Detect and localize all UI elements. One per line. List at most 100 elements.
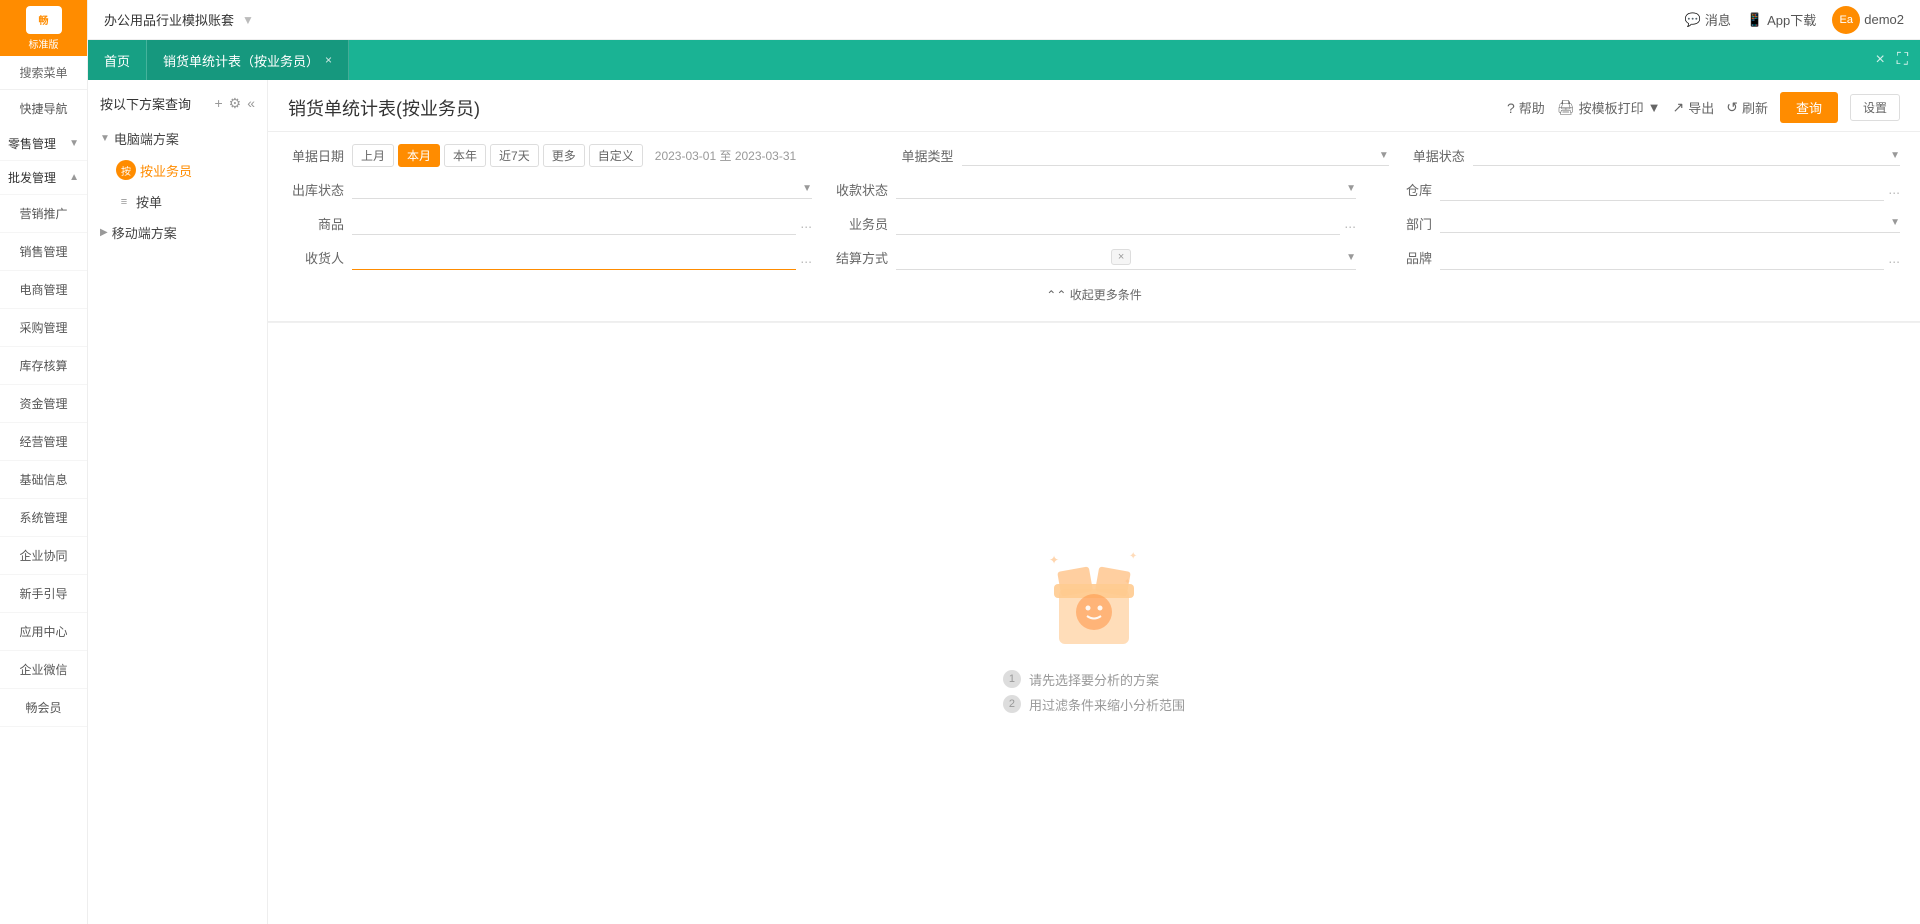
collection-select[interactable]: ▼ bbox=[896, 179, 1356, 199]
settings-button[interactable]: 设置 bbox=[1850, 94, 1900, 121]
refresh-button[interactable]: ↺ 刷新 bbox=[1726, 98, 1768, 117]
sidebar-item-marketing[interactable]: 营销推广 bbox=[0, 195, 87, 233]
tabbar-actions: × ⛶ bbox=[1863, 40, 1920, 80]
date-prev-month-btn[interactable]: 上月 bbox=[352, 144, 394, 167]
goods-dots[interactable]: ... bbox=[800, 215, 812, 231]
tree-item-salesperson[interactable]: 按 按业务员 bbox=[88, 154, 267, 186]
settings-scheme-icon[interactable]: ⚙ bbox=[229, 95, 242, 112]
sidebar-item-appstore[interactable]: 应用中心 bbox=[0, 613, 87, 651]
sidebar-item-enterprise[interactable]: 企业协同 bbox=[0, 537, 87, 575]
goods-input[interactable] bbox=[352, 211, 796, 235]
sidebar-item-system[interactable]: 系统管理 bbox=[0, 499, 87, 537]
app-download-button[interactable]: 📱 App下载 bbox=[1747, 10, 1816, 29]
filter-row-4: 收货人 ... 结算方式 × ▼ bbox=[288, 245, 1900, 270]
settlement-clear-tag: × bbox=[1111, 249, 1131, 265]
salesperson-input[interactable] bbox=[896, 211, 1340, 235]
sidebar-item-sales[interactable]: 销售管理 bbox=[0, 233, 87, 271]
tree-item-order[interactable]: ≡ 按单 bbox=[88, 186, 267, 217]
settlement-select[interactable]: × ▼ bbox=[896, 245, 1356, 270]
topbar-title: 办公用品行业模拟账套 bbox=[104, 10, 234, 29]
collapse-button[interactable]: ⌃⌃ 收起更多条件 bbox=[1046, 288, 1141, 302]
logo-text: 标准版 bbox=[29, 36, 59, 51]
filter-item-date: 单据日期 上月 本月 本年 近7天 更多 自定义 2023-03-01 至 20… bbox=[288, 144, 878, 167]
marketing-label: 营销推广 bbox=[19, 205, 67, 222]
brand-dots[interactable]: ... bbox=[1888, 250, 1900, 266]
salesperson-filter-label: 业务员 bbox=[832, 214, 888, 233]
hint-num-1: 1 bbox=[1003, 670, 1021, 688]
salesperson-dots[interactable]: ... bbox=[1344, 215, 1356, 231]
query-button[interactable]: 查询 bbox=[1780, 92, 1838, 123]
hint-num-2: 2 bbox=[1003, 695, 1021, 713]
empty-hint: 1 请先选择要分析的方案 2 用过滤条件来缩小分析范围 bbox=[1003, 670, 1185, 714]
enterprise-label: 企业协同 bbox=[19, 547, 67, 564]
svg-text:✦: ✦ bbox=[1124, 577, 1131, 586]
hint-text-2: 用过滤条件来缩小分析范围 bbox=[1029, 695, 1185, 714]
settlement-clear-btn[interactable]: × bbox=[1118, 251, 1124, 263]
ecommerce-label: 电商管理 bbox=[19, 281, 67, 298]
tree-pc-scheme[interactable]: ▼ 电脑端方案 bbox=[88, 123, 267, 154]
recipient-input[interactable] bbox=[352, 246, 796, 270]
tab-expand-icon[interactable]: ⛶ bbox=[1897, 51, 1908, 69]
user-profile[interactable]: Ea demo2 bbox=[1832, 6, 1904, 34]
date-current-month-btn[interactable]: 本月 bbox=[398, 144, 440, 167]
sidebar-item-purchase[interactable]: 采购管理 bbox=[0, 309, 87, 347]
tab-sales-stats[interactable]: 销货单统计表（按业务员） × bbox=[147, 40, 349, 80]
sidebar-item-retail[interactable]: 零售管理 ▼ bbox=[0, 127, 87, 161]
sidebar-item-basic[interactable]: 基础信息 bbox=[0, 461, 87, 499]
collapse-panel-icon[interactable]: « bbox=[247, 95, 255, 112]
sidebar-search[interactable]: 搜索菜单 bbox=[0, 56, 87, 90]
sidebar-item-wholesale[interactable]: 批发管理 ▲ bbox=[0, 161, 87, 195]
app-download-label: App下载 bbox=[1767, 10, 1816, 29]
delivery-select[interactable]: ▼ bbox=[352, 179, 812, 199]
status-select[interactable]: ▼ bbox=[1473, 146, 1900, 166]
sidebar-item-newbie[interactable]: 新手引导 bbox=[0, 575, 87, 613]
tree-mobile-scheme-label: 移动端方案 bbox=[112, 223, 177, 242]
tab-home[interactable]: 首页 bbox=[88, 40, 147, 80]
filter-item-type: 单据类型 ▼ bbox=[898, 146, 1389, 166]
filter-item-salesperson: 业务员 ... bbox=[832, 211, 1356, 235]
type-select[interactable]: ▼ bbox=[962, 146, 1389, 166]
tree-section-pc: ▼ 电脑端方案 按 按业务员 ≡ 按单 ▶ 移动端方案 bbox=[88, 119, 267, 252]
message-button[interactable]: 💬 消息 bbox=[1685, 10, 1731, 29]
collection-filter-label: 收款状态 bbox=[832, 180, 888, 199]
date-more-btn[interactable]: 更多 bbox=[543, 144, 585, 167]
warehouse-input[interactable] bbox=[1440, 177, 1884, 201]
quick-nav-label: 快捷导航 bbox=[19, 100, 67, 117]
warehouse-dots[interactable]: ... bbox=[1888, 181, 1900, 197]
add-scheme-icon[interactable]: + bbox=[214, 95, 222, 112]
settlement-select-arrow: ▼ bbox=[1346, 252, 1356, 263]
sidebar-item-wechat[interactable]: 企业微信 bbox=[0, 651, 87, 689]
date-custom-btn[interactable]: 自定义 bbox=[589, 144, 643, 167]
message-label: 消息 bbox=[1705, 10, 1731, 29]
export-button[interactable]: ↗ 导出 bbox=[1672, 98, 1714, 117]
filter-item-brand: 品牌 ... bbox=[1376, 246, 1900, 270]
sidebar-item-ecommerce[interactable]: 电商管理 bbox=[0, 271, 87, 309]
sidebar-item-finance[interactable]: 资金管理 bbox=[0, 385, 87, 423]
topbar-dropdown-arrow[interactable]: ▼ bbox=[242, 13, 254, 27]
date-current-year-btn[interactable]: 本年 bbox=[444, 144, 486, 167]
message-icon: 💬 bbox=[1685, 12, 1701, 28]
sidebar-item-operations[interactable]: 经营管理 bbox=[0, 423, 87, 461]
sidebar-item-inventory[interactable]: 库存核算 bbox=[0, 347, 87, 385]
filter-item-collection: 收款状态 ▼ bbox=[832, 179, 1356, 199]
sidebar-item-member[interactable]: 畅会员 bbox=[0, 689, 87, 727]
department-select[interactable]: ▼ bbox=[1440, 213, 1900, 233]
newbie-label: 新手引导 bbox=[19, 585, 67, 602]
brand-input[interactable] bbox=[1440, 246, 1884, 270]
help-button[interactable]: ? 帮助 bbox=[1507, 98, 1545, 117]
tab-close-button[interactable]: × bbox=[325, 53, 332, 67]
sidebar-logo[interactable]: 畅 标准版 bbox=[0, 0, 88, 56]
date-7days-btn[interactable]: 近7天 bbox=[490, 144, 539, 167]
print-icon: 🖨 bbox=[1557, 99, 1575, 116]
tab-close-all-icon[interactable]: × bbox=[1875, 51, 1884, 69]
refresh-icon: ↺ bbox=[1726, 99, 1738, 116]
recipient-dots[interactable]: ... bbox=[800, 250, 812, 266]
quick-nav[interactable]: 快捷导航 bbox=[0, 90, 87, 127]
tree-mobile-scheme[interactable]: ▶ 移动端方案 bbox=[88, 217, 267, 248]
page-header: 销货单统计表(按业务员) ? 帮助 🖨 按模板打印 ▼ ↗ 导出 bbox=[268, 80, 1920, 132]
search-label[interactable]: 搜索菜单 bbox=[19, 66, 67, 80]
empty-illustration: ✦ ✦ ✦ bbox=[1034, 534, 1154, 654]
print-button[interactable]: 🖨 按模板打印 ▼ bbox=[1557, 98, 1661, 117]
collapse-label: 收起更多条件 bbox=[1070, 288, 1142, 302]
wholesale-arrow: ▲ bbox=[69, 172, 79, 183]
